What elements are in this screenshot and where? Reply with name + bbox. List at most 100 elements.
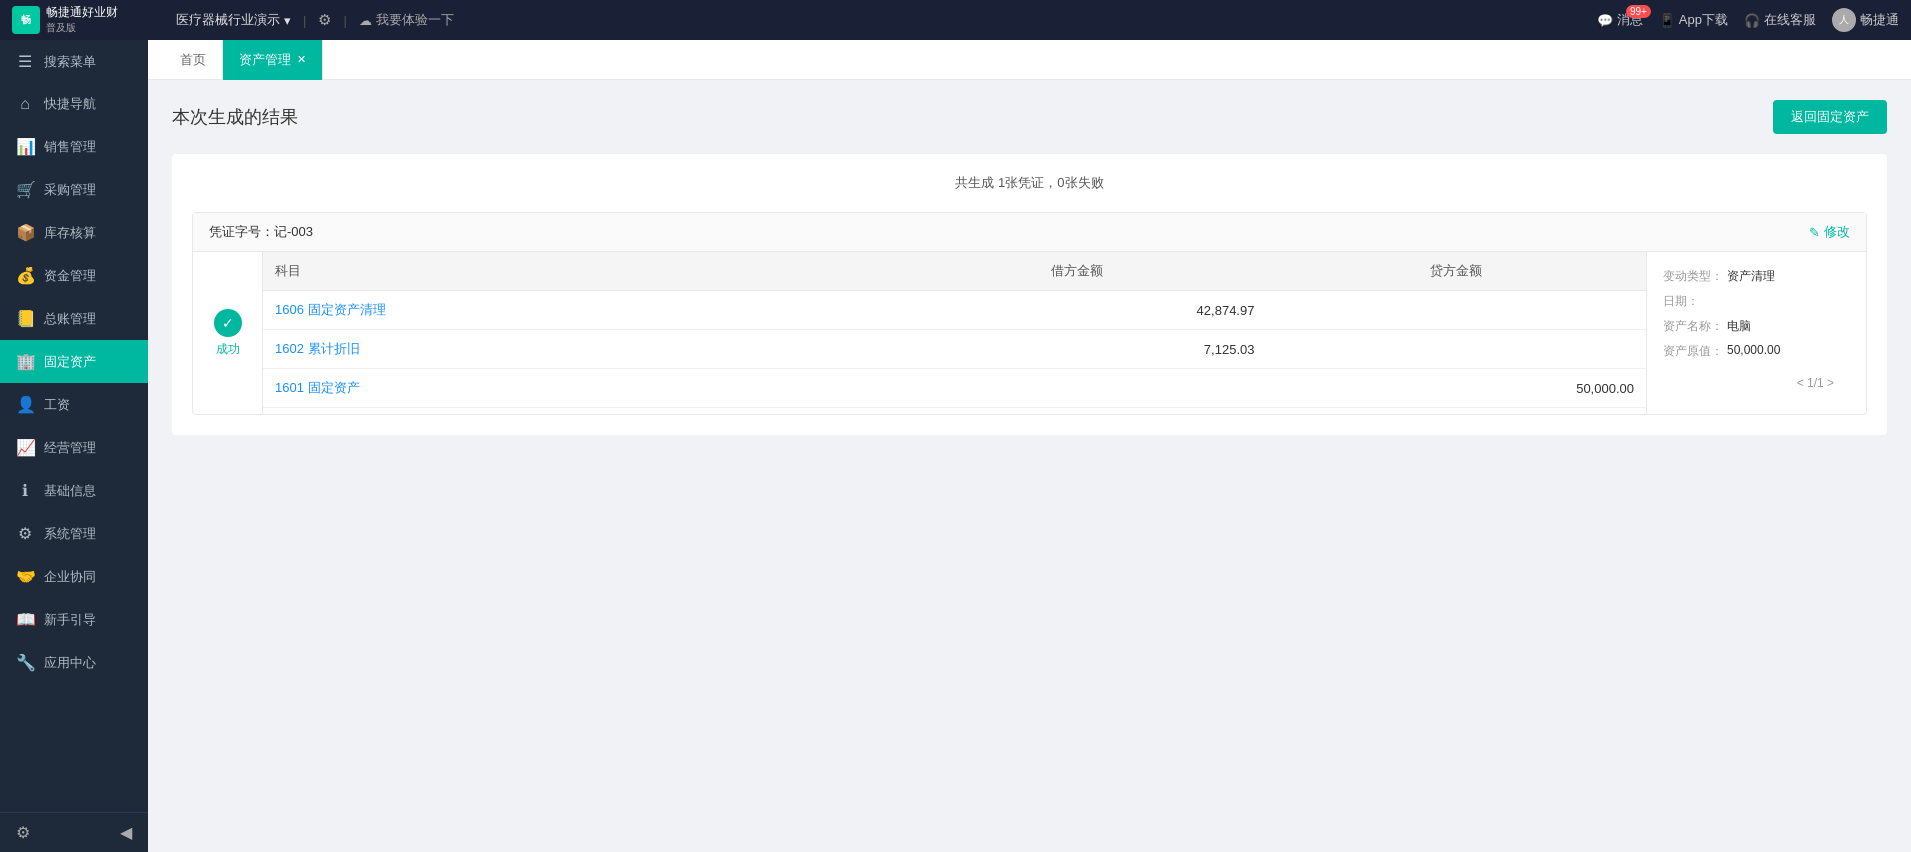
sidebar-label-search: 搜索菜单 (44, 53, 96, 71)
subject-1: 1606 固定资产清理 (263, 291, 887, 330)
app-center-icon: 🔧 (16, 653, 34, 672)
return-button[interactable]: 返回固定资产 (1773, 100, 1887, 134)
sidebar-bottom: ⚙ ◀ (0, 812, 148, 852)
sidebar-label-sales: 销售管理 (44, 138, 96, 156)
status-text: 成功 (216, 341, 240, 358)
sidebar-label-quicknav: 快捷导航 (44, 95, 96, 113)
sidebar-item-payroll[interactable]: 👤 工资 (0, 383, 148, 426)
table-row: 1602 累计折旧 7,125.03 (263, 330, 1646, 369)
original-value-row: 资产原值： 50,000.00 (1663, 343, 1850, 360)
sidebar-label-basic-info: 基础信息 (44, 482, 96, 500)
online-service-button[interactable]: 🎧 在线客服 (1744, 11, 1816, 29)
sidebar-settings-icon[interactable]: ⚙ (16, 823, 30, 842)
sidebar-collapse-icon[interactable]: ◀ (120, 823, 132, 842)
header-divider: | (303, 13, 306, 28)
sidebar-item-ledger[interactable]: 📒 总账管理 (0, 297, 148, 340)
sidebar-item-operations[interactable]: 📈 经营管理 (0, 426, 148, 469)
edit-button[interactable]: ✎ 修改 (1809, 223, 1850, 241)
sidebar-label-payroll: 工资 (44, 396, 70, 414)
logo-version: 普及版 (46, 21, 118, 35)
sidebar-item-app-center[interactable]: 🔧 应用中心 (0, 641, 148, 684)
voucher-main: 科目 借方金额 贷方金额 1606 固定资产清理 42,874.97 (263, 252, 1646, 414)
fixed-assets-icon: 🏢 (16, 352, 34, 371)
asset-name-label: 资产名称： (1663, 318, 1723, 335)
headset-icon: 🎧 (1744, 13, 1760, 28)
app-download-button[interactable]: 📱 App下载 (1659, 11, 1728, 29)
sidebar-item-sales[interactable]: 📊 销售管理 (0, 125, 148, 168)
sidebar-label-guide: 新手引导 (44, 611, 96, 629)
date-row: 日期： (1663, 293, 1850, 310)
sidebar-item-enterprise[interactable]: 🤝 企业协同 (0, 555, 148, 598)
date-label: 日期： (1663, 293, 1699, 310)
sidebar-label-inventory: 库存核算 (44, 224, 96, 242)
company-name: 医疗器械行业演示 (176, 11, 280, 29)
tab-close-icon[interactable]: ✕ (297, 53, 306, 66)
tab-bar: 首页 资产管理 ✕ (148, 40, 1911, 80)
main-layout: ☰ 搜索菜单 ⌂ 快捷导航 📊 销售管理 🛒 采购管理 📦 库存核算 💰 资 (0, 40, 1911, 852)
user-label: 畅捷通 (1860, 11, 1899, 29)
sidebar-item-basic-info[interactable]: ℹ 基础信息 (0, 469, 148, 512)
page-content: 本次生成的结果 返回固定资产 共生成 1张凭证，0张失败 凭证字号：记-003 … (148, 80, 1911, 852)
sidebar-item-guide[interactable]: 📖 新手引导 (0, 598, 148, 641)
debit-1: 42,874.97 (887, 291, 1267, 330)
cloud-icon: ☁ (359, 13, 372, 28)
sidebar: ☰ 搜索菜单 ⌂ 快捷导航 📊 销售管理 🛒 采购管理 📦 库存核算 💰 资 (0, 40, 148, 852)
home-icon: ⌂ (16, 95, 34, 113)
result-summary: 共生成 1张凭证，0张失败 (192, 174, 1867, 192)
header-settings-icon[interactable]: ⚙ (318, 11, 331, 29)
credit-2 (1266, 330, 1646, 369)
content-area: 首页 资产管理 ✕ 本次生成的结果 返回固定资产 共生成 1张凭证，0张失败 凭… (148, 40, 1911, 852)
operations-icon: 📈 (16, 438, 34, 457)
pagination[interactable]: < 1/1 > (1663, 368, 1850, 398)
sidebar-scroll: ☰ 搜索菜单 ⌂ 快捷导航 📊 销售管理 🛒 采购管理 📦 库存核算 💰 资 (0, 40, 148, 812)
edit-label: 修改 (1824, 223, 1850, 241)
enterprise-icon: 🤝 (16, 567, 34, 586)
logo-area: 畅 畅捷通好业财 普及版 (12, 5, 160, 35)
tab-home[interactable]: 首页 (164, 40, 223, 80)
system-icon: ⚙ (16, 524, 34, 543)
messages-badge: 99+ (1626, 5, 1651, 18)
sidebar-item-quick-nav[interactable]: ⌂ 快捷导航 (0, 83, 148, 125)
result-panel: 共生成 1张凭证，0张失败 凭证字号：记-003 ✎ 修改 ✓ 成功 (172, 154, 1887, 435)
voucher-table-wrap: ✓ 成功 科目 借方金额 贷方金额 (193, 252, 1866, 414)
messages-button[interactable]: 💬 消息 99+ (1597, 11, 1643, 29)
subject-3: 1601 固定资产 (263, 369, 887, 408)
tab-home-label: 首页 (180, 51, 206, 69)
voucher-number: 凭证字号：记-003 (209, 223, 313, 241)
sidebar-item-inventory[interactable]: 📦 库存核算 (0, 211, 148, 254)
table-row: 1606 固定资产清理 42,874.97 (263, 291, 1646, 330)
original-value-value: 50,000.00 (1727, 343, 1780, 360)
tab-asset-label: 资产管理 (239, 51, 291, 69)
side-info-panel: 变动类型： 资产清理 日期： 资产名称： 电脑 (1646, 252, 1866, 414)
sidebar-label-operations: 经营管理 (44, 439, 96, 457)
sales-icon: 📊 (16, 137, 34, 156)
sidebar-item-search[interactable]: ☰ 搜索菜单 (0, 40, 148, 83)
sidebar-item-fixed-assets[interactable]: 🏢 固定资产 (0, 340, 148, 383)
user-menu[interactable]: 人 畅捷通 (1832, 8, 1899, 32)
credit-1 (1266, 291, 1646, 330)
sidebar-item-purchase[interactable]: 🛒 采购管理 (0, 168, 148, 211)
header-right: 💬 消息 99+ 📱 App下载 🎧 在线客服 人 畅捷通 (1597, 8, 1899, 32)
sidebar-item-system[interactable]: ⚙ 系统管理 (0, 512, 148, 555)
sidebar-label-app-center: 应用中心 (44, 654, 96, 672)
col-debit: 借方金额 (887, 252, 1267, 291)
status-cell: ✓ 成功 (193, 252, 263, 414)
col-subject: 科目 (263, 252, 887, 291)
sidebar-item-finance[interactable]: 💰 资金管理 (0, 254, 148, 297)
table-row: 1601 固定资产 50,000.00 (263, 369, 1646, 408)
sidebar-label-fixed-assets: 固定资产 (44, 353, 96, 371)
tab-asset-management[interactable]: 资产管理 ✕ (223, 40, 323, 80)
voucher-header: 凭证字号：记-003 ✎ 修改 (193, 213, 1866, 252)
search-icon: ☰ (16, 52, 34, 71)
company-selector[interactable]: 医疗器械行业演示 ▾ (176, 11, 291, 29)
purchase-icon: 🛒 (16, 180, 34, 199)
online-service-label: 在线客服 (1764, 11, 1816, 29)
phone-icon: 📱 (1659, 13, 1675, 28)
change-type-value: 资产清理 (1727, 268, 1775, 285)
inventory-icon: 📦 (16, 223, 34, 242)
try-button[interactable]: ☁ 我要体验一下 (359, 11, 454, 29)
asset-name-row: 资产名称： 电脑 (1663, 318, 1850, 335)
sidebar-label-finance: 资金管理 (44, 267, 96, 285)
try-label: 我要体验一下 (376, 11, 454, 29)
sidebar-label-system: 系统管理 (44, 525, 96, 543)
